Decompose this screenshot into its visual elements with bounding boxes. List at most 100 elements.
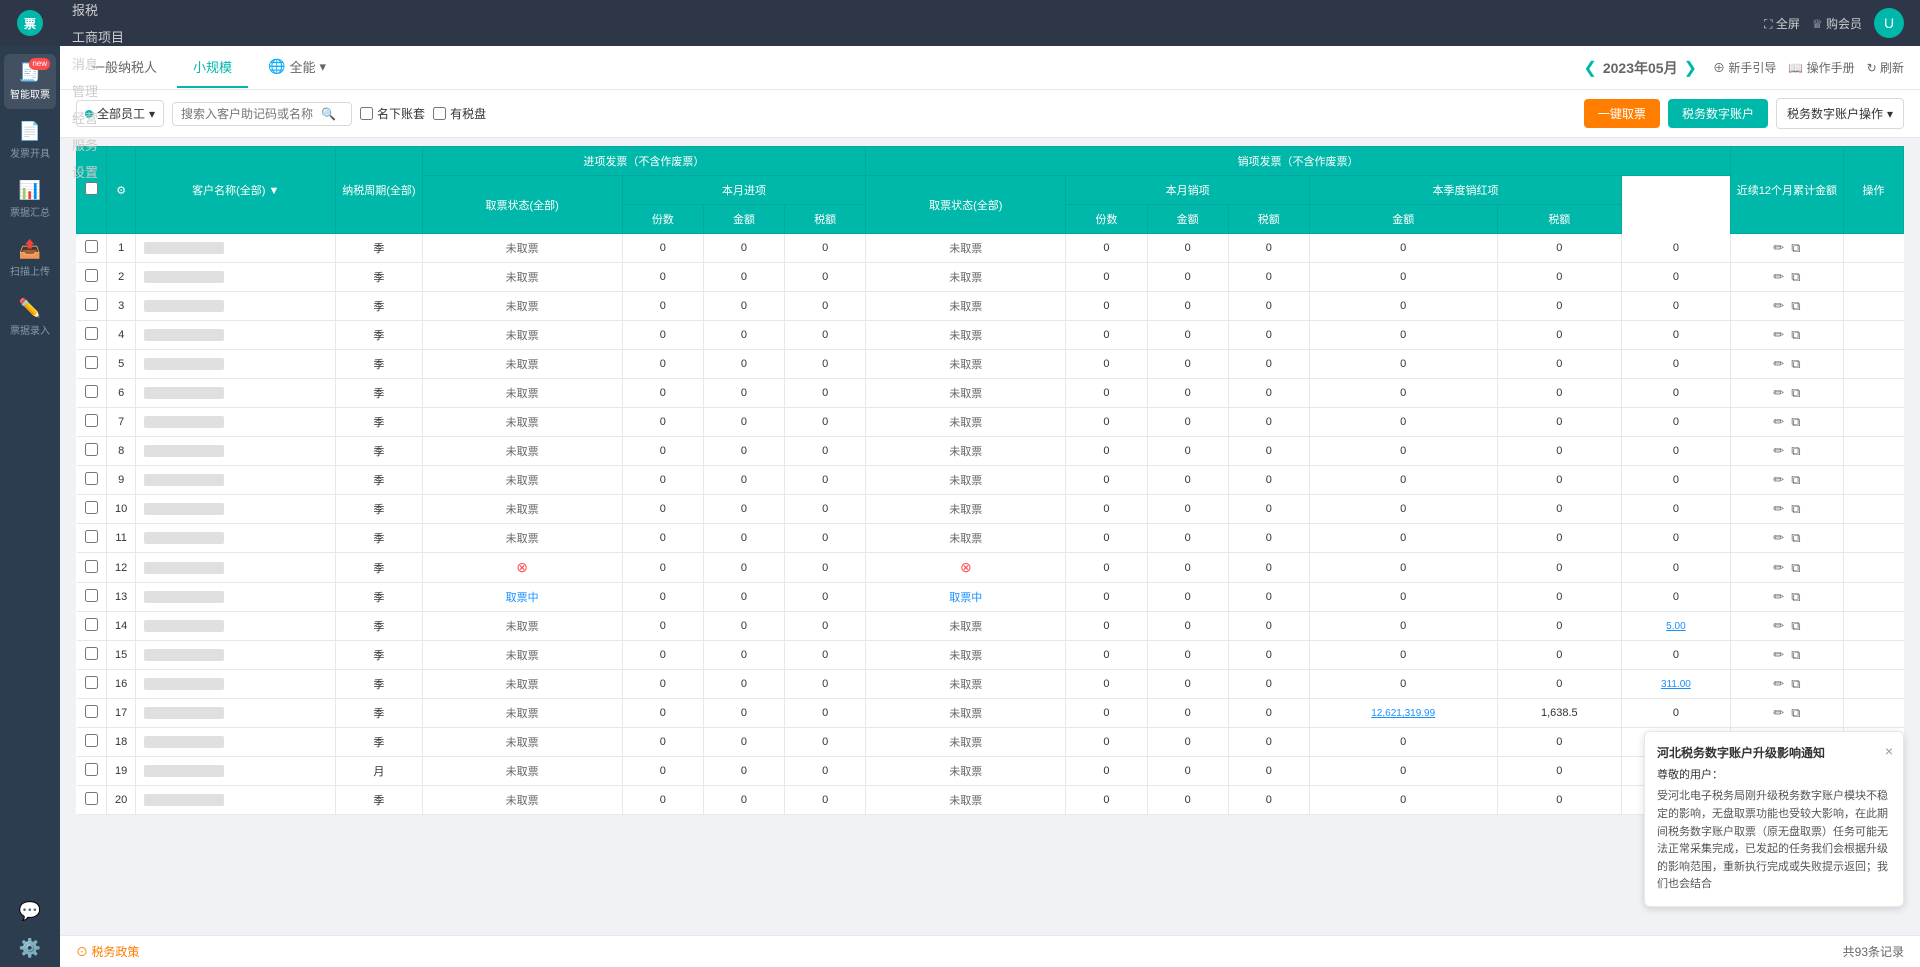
sidebar-item-message[interactable]: 💬 (4, 893, 56, 930)
nav-item-服务[interactable]: 服务 (60, 131, 136, 158)
tax-digital-op-btn[interactable]: 税务数字账户操作 ▾ (1776, 98, 1904, 129)
row-checkbox[interactable] (85, 647, 98, 660)
row-checkbox[interactable] (85, 589, 98, 602)
td-red-amount: 0 (1309, 786, 1497, 815)
copy-icon[interactable]: ⧉ (1791, 298, 1800, 313)
row-checkbox[interactable] (85, 530, 98, 543)
sidebar-item-invoice-open[interactable]: 📄 发票开具 (4, 113, 56, 168)
copy-icon[interactable]: ⧉ (1791, 530, 1800, 545)
row-checkbox[interactable] (85, 327, 98, 340)
copy-icon[interactable]: ⧉ (1791, 705, 1800, 720)
td-name (136, 524, 336, 553)
row-checkbox[interactable] (85, 676, 98, 689)
copy-icon[interactable]: ⧉ (1791, 501, 1800, 516)
sidebar-item-smart-fetch[interactable]: 🧾 智能取票 new (4, 54, 56, 109)
search-icon[interactable]: 🔍 (321, 107, 336, 121)
config-icon[interactable]: ⚙ (116, 185, 126, 197)
one-key-fetch-btn[interactable]: 一键取票 (1584, 99, 1660, 128)
row-checkbox[interactable] (85, 560, 98, 573)
tax-policy-link[interactable]: ⊙ 税务政策 (76, 943, 139, 960)
edit-icon[interactable]: ✏ (1773, 589, 1784, 604)
row-checkbox[interactable] (85, 356, 98, 369)
nav-item-工商项目[interactable]: 工商项目 (60, 23, 136, 50)
fullscreen-btn[interactable]: ⛶ 全屏 (1764, 15, 1800, 32)
edit-icon[interactable]: ✏ (1773, 356, 1784, 371)
tab-all[interactable]: 🌐 全能 ▾ (252, 47, 342, 88)
edit-icon[interactable]: ✏ (1773, 676, 1784, 691)
td-in-status: 未取票 (422, 379, 622, 408)
row-checkbox[interactable] (85, 472, 98, 485)
copy-icon[interactable]: ⧉ (1791, 327, 1800, 342)
sidebar-item-scan-upload[interactable]: 📤 扫描上传 (4, 231, 56, 286)
period-next-btn[interactable]: ❯ (1684, 58, 1697, 78)
search-input[interactable] (181, 107, 321, 121)
edit-icon[interactable]: ✏ (1773, 560, 1784, 575)
copy-icon[interactable]: ⧉ (1791, 240, 1800, 255)
edit-icon[interactable]: ✏ (1773, 443, 1784, 458)
nav-item-消息[interactable]: 消息 (60, 50, 136, 77)
row-checkbox[interactable] (85, 501, 98, 514)
row-checkbox[interactable] (85, 763, 98, 776)
td-checkbox (77, 699, 107, 728)
edit-icon[interactable]: ✏ (1773, 501, 1784, 516)
sidebar-item-settings[interactable]: ⚙️ (4, 930, 56, 967)
copy-icon[interactable]: ⧉ (1791, 414, 1800, 429)
avatar[interactable]: U (1874, 8, 1904, 38)
nav-item-设置[interactable]: 设置 (60, 158, 136, 185)
new-guide-btn[interactable]: ⊕ 新手引导 (1713, 59, 1776, 76)
sidebar-item-invoice-entry[interactable]: ✏️ 票据录入 (4, 290, 56, 345)
edit-icon[interactable]: ✏ (1773, 647, 1784, 662)
copy-icon[interactable]: ⧉ (1791, 356, 1800, 371)
red-amount-link[interactable]: 12,621,319.99 (1371, 708, 1435, 719)
copy-icon[interactable]: ⧉ (1791, 385, 1800, 400)
edit-icon[interactable]: ✏ (1773, 472, 1784, 487)
row-checkbox[interactable] (85, 240, 98, 253)
edit-icon[interactable]: ✏ (1773, 298, 1784, 313)
copy-icon[interactable]: ⧉ (1791, 647, 1800, 662)
row-checkbox[interactable] (85, 734, 98, 747)
edit-icon[interactable]: ✏ (1773, 385, 1784, 400)
sidebar-item-invoice-summary[interactable]: 📊 票据汇总 (4, 172, 56, 227)
edit-icon[interactable]: ✏ (1773, 269, 1784, 284)
edit-icon[interactable]: ✏ (1773, 414, 1784, 429)
row-checkbox[interactable] (85, 618, 98, 631)
row-checkbox[interactable] (85, 705, 98, 718)
nav-item-报税[interactable]: 报税 (60, 0, 136, 23)
notification-close-btn[interactable]: × (1885, 740, 1893, 762)
copy-icon[interactable]: ⧉ (1791, 618, 1800, 633)
td-red-amount: 0 (1309, 495, 1497, 524)
tax-digital-btn[interactable]: 税务数字账户 (1668, 99, 1768, 128)
row-checkbox[interactable] (85, 792, 98, 805)
period-prev-btn[interactable]: ❮ (1583, 58, 1596, 78)
row-checkbox[interactable] (85, 385, 98, 398)
tab-small-scale[interactable]: 小规模 (177, 47, 248, 88)
copy-icon[interactable]: ⧉ (1791, 676, 1800, 691)
edit-icon[interactable]: ✏ (1773, 530, 1784, 545)
edit-icon[interactable]: ✏ (1773, 705, 1784, 720)
row-checkbox[interactable] (85, 443, 98, 456)
sub-ledger-checkbox[interactable] (360, 107, 373, 120)
copy-icon[interactable]: ⧉ (1791, 472, 1800, 487)
copy-icon[interactable]: ⧉ (1791, 589, 1800, 604)
copy-icon[interactable]: ⧉ (1791, 560, 1800, 575)
manual-btn[interactable]: 📖 操作手册 (1788, 59, 1854, 76)
cumulative-link[interactable]: 311.00 (1661, 679, 1691, 690)
nav-item-管理[interactable]: 管理 (60, 77, 136, 104)
copy-icon[interactable]: ⧉ (1791, 269, 1800, 284)
refresh-btn[interactable]: ↻ 刷新 (1867, 59, 1904, 76)
edit-icon[interactable]: ✏ (1773, 240, 1784, 255)
edit-icon[interactable]: ✏ (1773, 327, 1784, 342)
td-out-amount: 0 (1147, 321, 1228, 350)
nav-item-经营[interactable]: 经营 (60, 104, 136, 131)
cumulative-link[interactable]: 5.00 (1666, 621, 1685, 632)
row-checkbox[interactable] (85, 269, 98, 282)
row-checkbox[interactable] (85, 414, 98, 427)
copy-icon[interactable]: ⧉ (1791, 443, 1800, 458)
status-pending: 未取票 (949, 766, 982, 778)
edit-icon[interactable]: ✏ (1773, 618, 1784, 633)
checkbox-sub-ledger[interactable]: 名下账套 (360, 105, 425, 122)
row-checkbox[interactable] (85, 298, 98, 311)
tax-disk-checkbox[interactable] (433, 107, 446, 120)
vip-btn[interactable]: ♕ 购会员 (1812, 15, 1862, 32)
checkbox-tax-disk[interactable]: 有税盘 (433, 105, 486, 122)
